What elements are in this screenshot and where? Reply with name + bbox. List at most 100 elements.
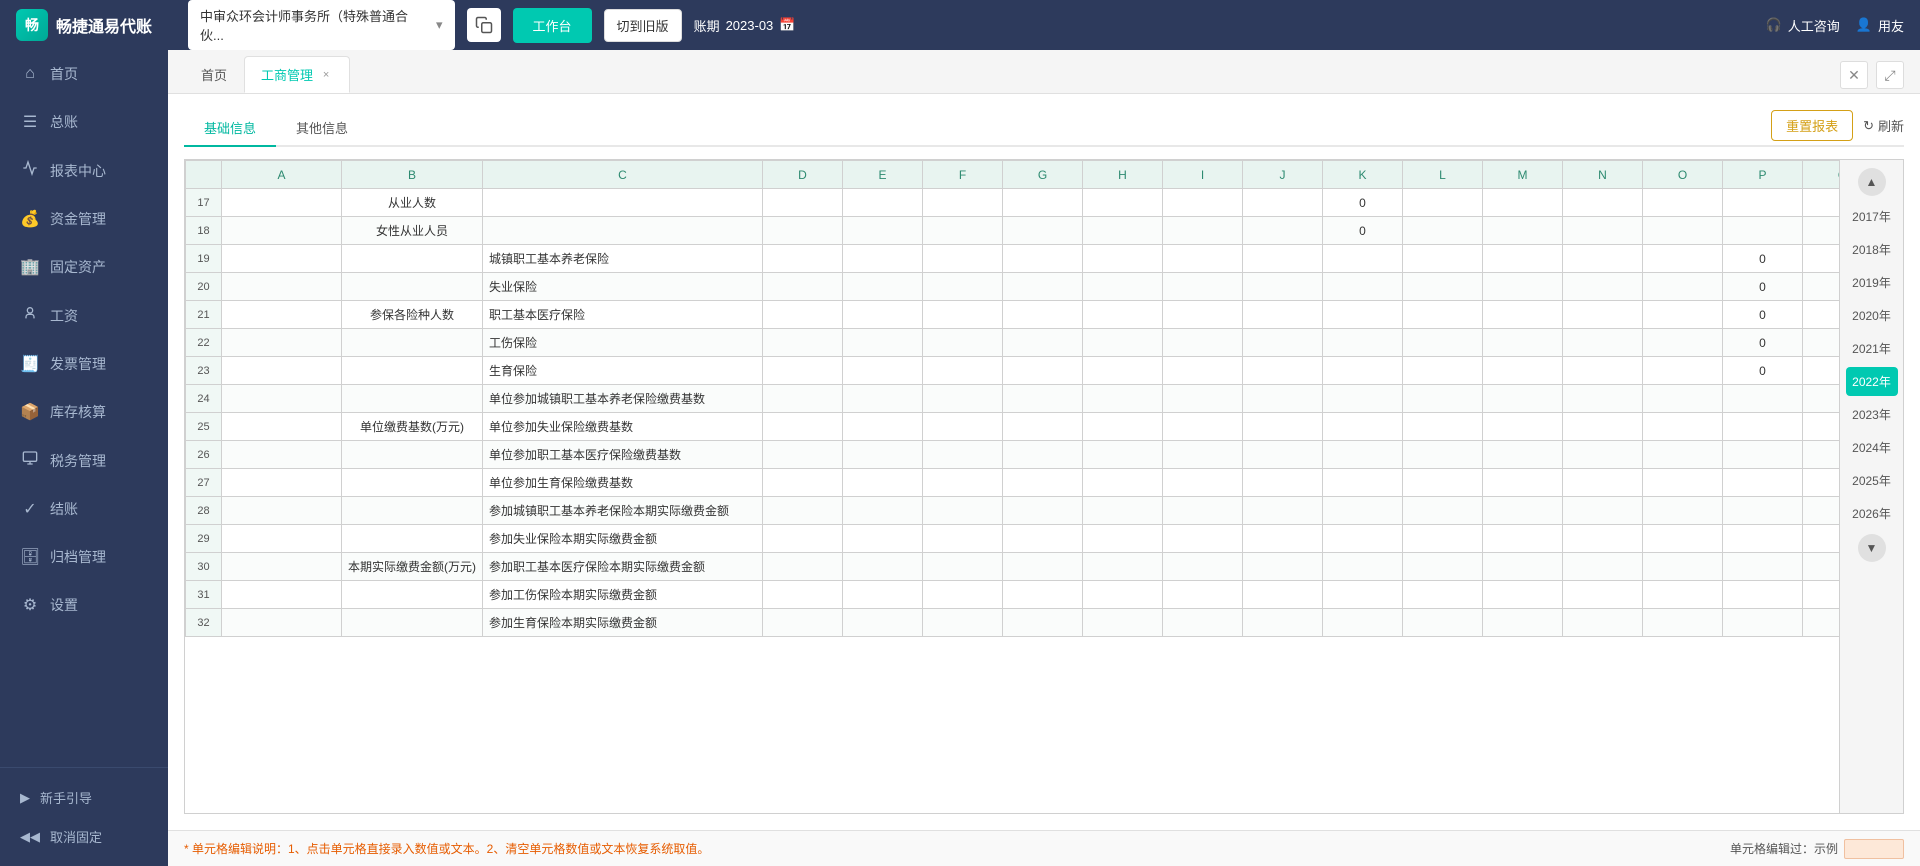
cell-22-k[interactable]: [1323, 329, 1403, 357]
cell-18-g[interactable]: [1003, 217, 1083, 245]
cell-29-k[interactable]: [1323, 525, 1403, 553]
cell-28-j[interactable]: [1243, 497, 1323, 525]
cell-18-f[interactable]: [923, 217, 1003, 245]
cell-32-o[interactable]: [1643, 609, 1723, 637]
cell-31-p[interactable]: [1723, 581, 1803, 609]
cell-30-a[interactable]: [222, 553, 342, 581]
cell-31-f[interactable]: [923, 581, 1003, 609]
cell-29-l[interactable]: [1403, 525, 1483, 553]
tab-maximize-action[interactable]: ⤢: [1876, 61, 1904, 89]
cell-25-h[interactable]: [1083, 413, 1163, 441]
cell-22-q[interactable]: [1803, 329, 1840, 357]
cell-26-i[interactable]: [1163, 441, 1243, 469]
cell-21-d[interactable]: [763, 301, 843, 329]
cell-26-j[interactable]: [1243, 441, 1323, 469]
cell-21-i[interactable]: [1163, 301, 1243, 329]
cell-24-l[interactable]: [1403, 385, 1483, 413]
cell-25-q[interactable]: [1803, 413, 1840, 441]
sub-tab-other-info[interactable]: 其他信息: [276, 110, 368, 147]
cell-18-m[interactable]: [1483, 217, 1563, 245]
cell-32-e[interactable]: [843, 609, 923, 637]
cell-32-l[interactable]: [1403, 609, 1483, 637]
cell-24-q[interactable]: [1803, 385, 1840, 413]
cell-29-p[interactable]: [1723, 525, 1803, 553]
cell-29-j[interactable]: [1243, 525, 1323, 553]
copy-button[interactable]: [467, 8, 501, 42]
cell-26-h[interactable]: [1083, 441, 1163, 469]
cell-21-h[interactable]: [1083, 301, 1163, 329]
cell-24-j[interactable]: [1243, 385, 1323, 413]
cell-32-p[interactable]: [1723, 609, 1803, 637]
cell-30-o[interactable]: [1643, 553, 1723, 581]
cell-18-c[interactable]: [483, 217, 763, 245]
cell-21-q[interactable]: [1803, 301, 1840, 329]
cell-31-m[interactable]: [1483, 581, 1563, 609]
cell-30-e[interactable]: [843, 553, 923, 581]
cell-30-d[interactable]: [763, 553, 843, 581]
cell-31-o[interactable]: [1643, 581, 1723, 609]
cell-27-n[interactable]: [1563, 469, 1643, 497]
sidebar-item-settings[interactable]: ⚙ 设置: [0, 581, 168, 629]
cell-32-g[interactable]: [1003, 609, 1083, 637]
cell-17-f[interactable]: [923, 189, 1003, 217]
cell-31-c[interactable]: 参加工伤保险本期实际缴费金额: [483, 581, 763, 609]
cell-19-f[interactable]: [923, 245, 1003, 273]
cell-21-c[interactable]: 职工基本医疗保险: [483, 301, 763, 329]
cell-18-a[interactable]: [222, 217, 342, 245]
cell-19-j[interactable]: [1243, 245, 1323, 273]
cell-30-g[interactable]: [1003, 553, 1083, 581]
cell-30-l[interactable]: [1403, 553, 1483, 581]
cell-21-o[interactable]: [1643, 301, 1723, 329]
cell-32-m[interactable]: [1483, 609, 1563, 637]
cell-17-a[interactable]: [222, 189, 342, 217]
cell-29-a[interactable]: [222, 525, 342, 553]
cell-23-b[interactable]: [342, 357, 483, 385]
cell-19-e[interactable]: [843, 245, 923, 273]
cell-21-l[interactable]: [1403, 301, 1483, 329]
cell-19-k[interactable]: [1323, 245, 1403, 273]
cell-21-b[interactable]: 参保各险种人数: [342, 301, 483, 329]
cell-23-a[interactable]: [222, 357, 342, 385]
year-2023[interactable]: 2023年: [1846, 400, 1898, 429]
cell-17-b[interactable]: 从业人数: [342, 189, 483, 217]
cell-17-n[interactable]: [1563, 189, 1643, 217]
cell-19-i[interactable]: [1163, 245, 1243, 273]
cell-20-d[interactable]: [763, 273, 843, 301]
cell-28-m[interactable]: [1483, 497, 1563, 525]
cell-29-d[interactable]: [763, 525, 843, 553]
cell-28-i[interactable]: [1163, 497, 1243, 525]
old-version-button[interactable]: 切到旧版: [604, 9, 682, 42]
tab-home[interactable]: 首页: [184, 56, 244, 93]
workbench-button[interactable]: 工作台: [513, 8, 592, 43]
cell-28-o[interactable]: [1643, 497, 1723, 525]
sub-tab-basic-info[interactable]: 基础信息: [184, 110, 276, 147]
year-nav-down[interactable]: ▼: [1858, 534, 1886, 562]
cell-18-j[interactable]: [1243, 217, 1323, 245]
year-2021[interactable]: 2021年: [1846, 334, 1898, 363]
cell-23-c[interactable]: 生育保险: [483, 357, 763, 385]
cell-18-e[interactable]: [843, 217, 923, 245]
cell-23-h[interactable]: [1083, 357, 1163, 385]
cell-31-a[interactable]: [222, 581, 342, 609]
cell-29-g[interactable]: [1003, 525, 1083, 553]
cell-22-d[interactable]: [763, 329, 843, 357]
cell-24-e[interactable]: [843, 385, 923, 413]
cell-28-b[interactable]: [342, 497, 483, 525]
cell-32-j[interactable]: [1243, 609, 1323, 637]
cell-17-d[interactable]: [763, 189, 843, 217]
cell-30-n[interactable]: [1563, 553, 1643, 581]
cell-19-d[interactable]: [763, 245, 843, 273]
cell-32-d[interactable]: [763, 609, 843, 637]
cell-23-i[interactable]: [1163, 357, 1243, 385]
cell-27-g[interactable]: [1003, 469, 1083, 497]
cell-20-p[interactable]: 0: [1723, 273, 1803, 301]
cell-20-f[interactable]: [923, 273, 1003, 301]
cell-25-j[interactable]: [1243, 413, 1323, 441]
user-area[interactable]: 👤 用友: [1856, 16, 1904, 35]
sidebar-item-fund[interactable]: 💰 资金管理: [0, 195, 168, 243]
cell-31-e[interactable]: [843, 581, 923, 609]
cell-25-o[interactable]: [1643, 413, 1723, 441]
cell-18-h[interactable]: [1083, 217, 1163, 245]
sidebar-item-general-ledger[interactable]: ☰ 总账: [0, 98, 168, 146]
cell-32-k[interactable]: [1323, 609, 1403, 637]
